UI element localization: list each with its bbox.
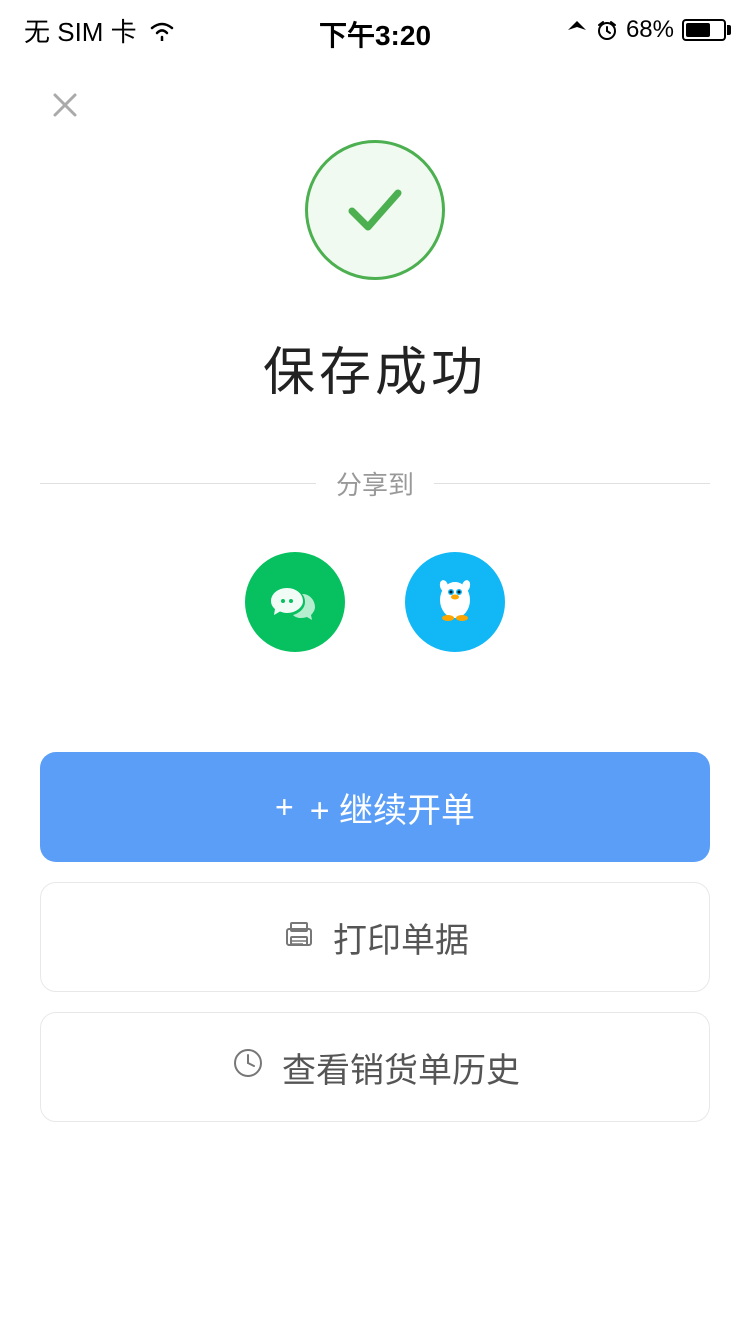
share-section: 分享到 <box>40 465 710 652</box>
plus-icon: + <box>275 789 294 826</box>
wifi-icon <box>147 19 177 41</box>
action-buttons: + + 继续开单 打印单据 <box>40 752 710 1122</box>
close-icon <box>47 87 83 123</box>
clock-icon <box>230 1045 266 1090</box>
battery-icon <box>682 19 726 41</box>
history-label: 查看销货单历史 <box>282 1043 520 1092</box>
share-label: 分享到 <box>336 465 414 502</box>
status-left: 无 SIM 卡 <box>24 12 177 49</box>
success-title: 保存成功 <box>263 330 487 405</box>
battery-fill <box>686 23 710 37</box>
wechat-icon <box>265 572 325 632</box>
continue-order-button[interactable]: + + 继续开单 <box>40 752 710 862</box>
print-label: 打印单据 <box>333 913 469 962</box>
share-icons <box>245 552 505 652</box>
sim-status: 无 SIM 卡 <box>24 12 137 49</box>
status-right: 68% <box>566 16 726 44</box>
share-divider: 分享到 <box>40 465 710 502</box>
success-section: 保存成功 分享到 <box>40 60 710 1122</box>
qq-share-button[interactable] <box>405 552 505 652</box>
close-button[interactable] <box>40 80 90 130</box>
success-circle <box>305 140 445 280</box>
qq-icon <box>425 572 485 632</box>
status-time: 下午3:20 <box>319 14 431 54</box>
printer-icon <box>281 915 317 960</box>
alarm-icon <box>596 19 618 41</box>
main-content: 保存成功 分享到 <box>0 60 750 1122</box>
wechat-share-button[interactable] <box>245 552 345 652</box>
status-bar: 无 SIM 卡 下午3:20 68% <box>0 0 750 60</box>
divider-right <box>434 483 710 484</box>
continue-order-label: + 继续开单 <box>310 783 475 832</box>
history-button[interactable]: 查看销货单历史 <box>40 1012 710 1122</box>
checkmark-icon <box>340 175 410 245</box>
print-button[interactable]: 打印单据 <box>40 882 710 992</box>
battery-percent: 68% <box>626 16 674 44</box>
location-icon <box>566 19 588 41</box>
divider-left <box>40 483 316 484</box>
